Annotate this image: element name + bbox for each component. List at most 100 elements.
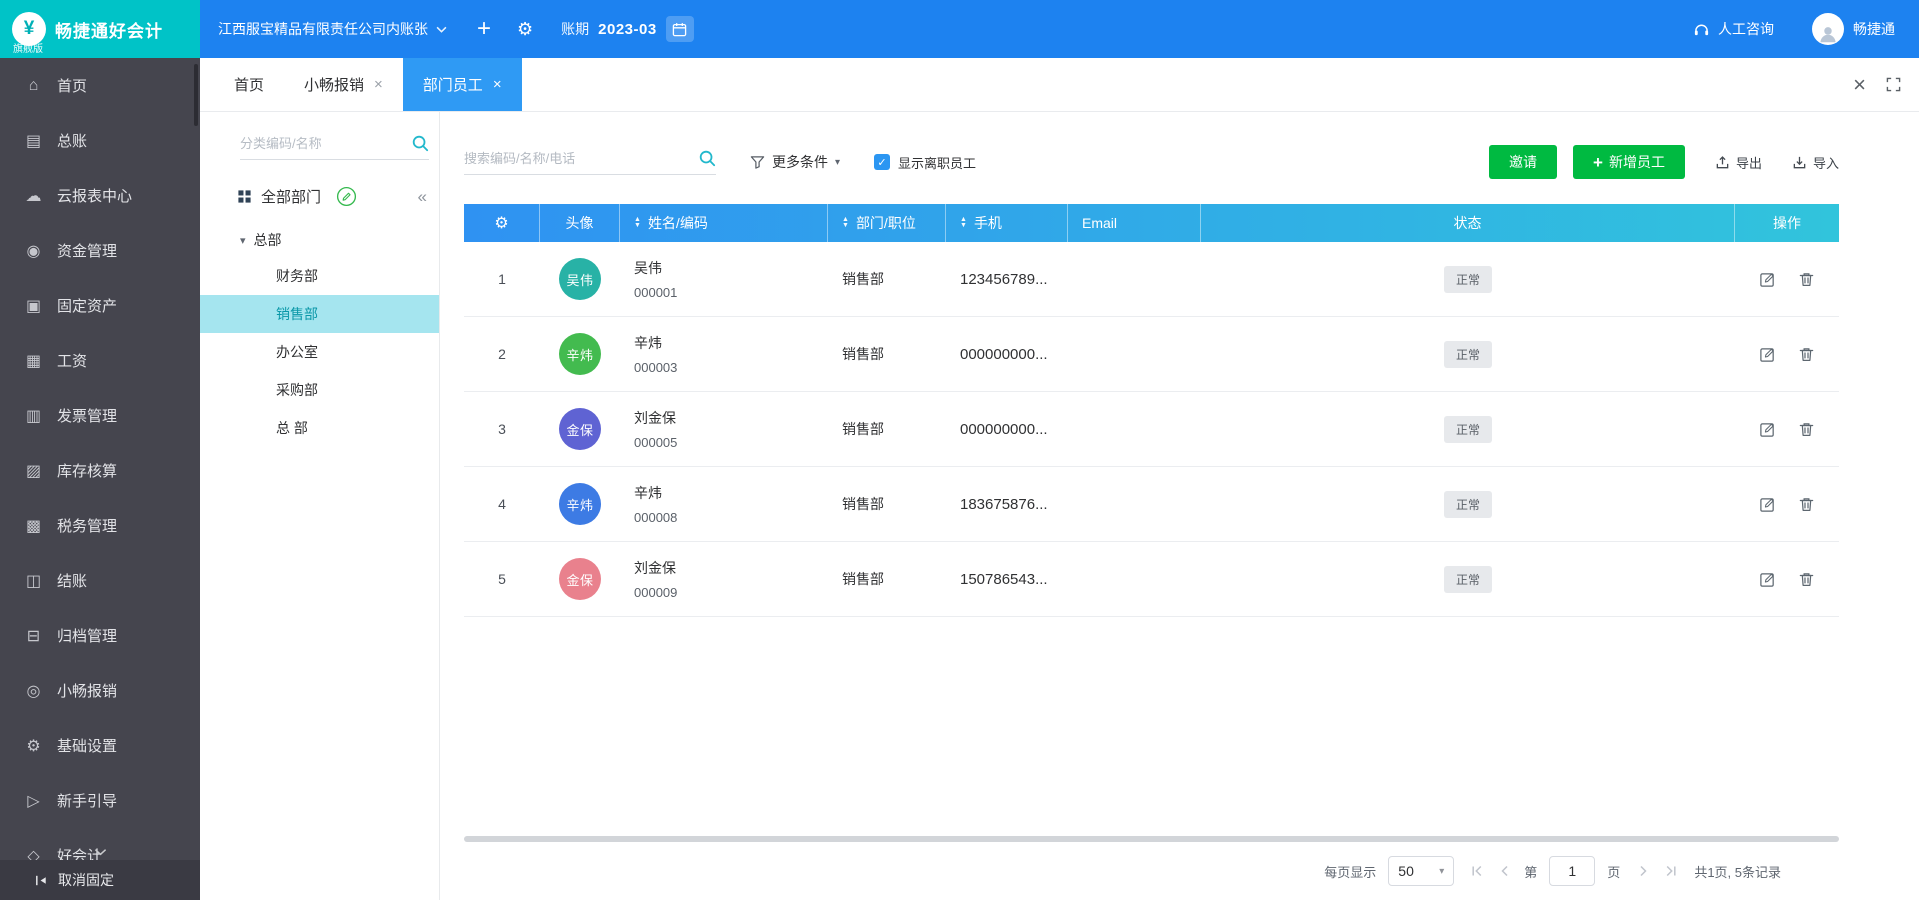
edit-row-button[interactable] <box>1759 496 1776 513</box>
col-header-name[interactable]: ▲▼ 姓名/编码 <box>620 204 828 242</box>
delete-row-button[interactable] <box>1798 271 1815 288</box>
company-name: 江西服宝精品有限责任公司内账张 <box>218 19 428 39</box>
cell-status: 正常 <box>1201 266 1735 293</box>
record-summary: 共1页, 5条记录 <box>1694 862 1781 881</box>
next-page-button[interactable] <box>1636 864 1650 878</box>
close-tab-icon[interactable]: × <box>1853 74 1866 96</box>
prev-page-button[interactable] <box>1498 864 1512 878</box>
unpin-label: 取消固定 <box>58 870 114 890</box>
last-page-button[interactable] <box>1664 864 1678 878</box>
tab-1[interactable]: 首页 <box>214 58 284 111</box>
delete-row-button[interactable] <box>1798 346 1815 363</box>
dept-tree-item[interactable]: 财务部 <box>200 257 439 295</box>
import-button[interactable]: 导入 <box>1792 153 1839 172</box>
add-account-button[interactable]: + <box>477 17 491 41</box>
sidebar-item-reimburse[interactable]: ◎小畅报销 <box>0 663 200 718</box>
delete-row-button[interactable] <box>1798 571 1815 588</box>
table-row[interactable]: 2辛炜辛炜000003销售部000000000...正常 <box>464 317 1839 392</box>
table-row[interactable]: 4辛炜辛炜000008销售部183675876...正常 <box>464 467 1839 542</box>
edit-row-button[interactable] <box>1759 271 1776 288</box>
sidebar-item-label: 小畅报销 <box>57 680 117 701</box>
sidebar-item-closing[interactable]: ◫结账 <box>0 553 200 608</box>
sidebar-item-label: 发票管理 <box>57 405 117 426</box>
tab-close-icon[interactable]: × <box>374 77 383 92</box>
sidebar-item-more[interactable]: ◇好会计 <box>0 828 200 860</box>
sort-icon[interactable]: ▲▼ <box>634 217 641 229</box>
col-header-dept[interactable]: ▲▼部门/职位 <box>828 204 946 242</box>
invite-button[interactable]: 邀请 <box>1489 145 1557 179</box>
table-row[interactable]: 3金保刘金保000005销售部000000000...正常 <box>464 392 1839 467</box>
dept-parent-label: 总部 <box>254 230 282 250</box>
table-row[interactable]: 5金保刘金保000009销售部150786543...正常 <box>464 542 1839 617</box>
sidebar-item-home[interactable]: ⌂首页 <box>0 58 200 113</box>
export-button[interactable]: 导出 <box>1715 153 1762 172</box>
fullscreen-icon[interactable] <box>1886 77 1901 92</box>
edit-row-button[interactable] <box>1759 421 1776 438</box>
calendar-button[interactable] <box>666 16 694 42</box>
company-selector[interactable]: 江西服宝精品有限责任公司内账张 <box>218 19 447 39</box>
search-icon[interactable] <box>698 149 716 167</box>
column-label: 姓名/编码 <box>648 213 708 233</box>
more-filters-button[interactable]: 更多条件 ▾ <box>750 152 840 172</box>
support-button[interactable]: 人工咨询 <box>1693 19 1774 39</box>
cell-name: 辛炜000003 <box>620 333 828 375</box>
show-resigned-toggle[interactable]: ✓ 显示离职员工 <box>874 153 976 172</box>
search-icon[interactable] <box>411 134 429 152</box>
dept-tree-item[interactable]: 总 部 <box>200 409 439 447</box>
sort-icon[interactable]: ▲▼ <box>842 217 849 229</box>
edit-row-button[interactable] <box>1759 346 1776 363</box>
avatar: 辛炜 <box>559 333 601 375</box>
col-header-phone[interactable]: ▲▼手机 <box>946 204 1068 242</box>
sidebar-item-funds[interactable]: ◉资金管理 <box>0 223 200 278</box>
tab-label: 首页 <box>234 74 264 95</box>
first-page-button[interactable] <box>1470 864 1484 878</box>
dept-tree-parent[interactable]: ▾ 总部 <box>200 223 439 257</box>
dept-tree-item[interactable]: 销售部 <box>200 295 439 333</box>
employee-dept: 销售部 <box>842 494 884 514</box>
table-row[interactable]: 1吴伟吴伟000001销售部123456789...正常 <box>464 242 1839 317</box>
sidebar-item-tax[interactable]: ▩税务管理 <box>0 498 200 553</box>
sidebar-item-archive[interactable]: ⊟归档管理 <box>0 608 200 663</box>
sidebar-item-settings[interactable]: ⚙基础设置 <box>0 718 200 773</box>
sidebar-item-invoice[interactable]: ▥发票管理 <box>0 388 200 443</box>
sidebar-item-ledger[interactable]: ▤总账 <box>0 113 200 168</box>
unpin-sidebar-button[interactable]: 取消固定 <box>0 860 200 900</box>
settings-gear-icon[interactable]: ⚙ <box>517 19 533 40</box>
user-menu[interactable]: 畅捷通 <box>1812 13 1895 45</box>
page-number-input[interactable] <box>1549 856 1595 886</box>
row-index: 5 <box>498 571 506 587</box>
tab-2[interactable]: 小畅报销× <box>284 58 403 111</box>
per-page-select[interactable]: 50 ▾ <box>1388 856 1454 886</box>
delete-row-button[interactable] <box>1798 496 1815 513</box>
sidebar-scrollbar[interactable] <box>194 64 198 126</box>
employee-name: 吴伟 <box>634 258 677 278</box>
edit-department-icon[interactable] <box>336 186 357 207</box>
sidebar-item-inventory[interactable]: ▨库存核算 <box>0 443 200 498</box>
delete-row-button[interactable] <box>1798 421 1815 438</box>
col-header-gear: ⚙ <box>464 204 540 242</box>
tab-3-active[interactable]: 部门员工× <box>403 58 522 111</box>
employee-search-input[interactable] <box>464 151 698 166</box>
column-settings-icon[interactable]: ⚙ <box>494 213 508 233</box>
sidebar-item-cloud-report[interactable]: ☁云报表中心 <box>0 168 200 223</box>
sidebar-item-payroll[interactable]: ▦工资 <box>0 333 200 388</box>
employee-phone: 183675876... <box>960 496 1048 513</box>
table-header: ⚙头像▲▼姓名/编码▲▼部门/职位▲▼手机Email状态操作 <box>464 204 1839 242</box>
caret-down-icon[interactable]: ▾ <box>240 234 246 247</box>
sidebar-item-fixed-assets[interactable]: ▣固定资产 <box>0 278 200 333</box>
all-departments-row[interactable]: 全部部门 « <box>200 186 439 207</box>
sidebar-item-guide[interactable]: ▷新手引导 <box>0 773 200 828</box>
edit-row-button[interactable] <box>1759 571 1776 588</box>
add-employee-button[interactable]: +新增员工 <box>1573 145 1685 179</box>
sort-icon[interactable]: ▲▼ <box>960 217 967 229</box>
dept-tree-item[interactable]: 办公室 <box>200 333 439 371</box>
cell-name: 辛炜000008 <box>620 483 828 525</box>
sidebar-item-label: 基础设置 <box>57 735 117 756</box>
column-label: Email <box>1082 215 1117 231</box>
status-badge: 正常 <box>1444 566 1492 593</box>
tab-close-icon[interactable]: × <box>493 77 502 92</box>
dept-tree-item[interactable]: 采购部 <box>200 371 439 409</box>
checkbox-checked-icon[interactable]: ✓ <box>874 154 890 170</box>
department-search-input[interactable] <box>240 136 411 151</box>
collapse-panel-icon[interactable]: « <box>418 187 427 207</box>
